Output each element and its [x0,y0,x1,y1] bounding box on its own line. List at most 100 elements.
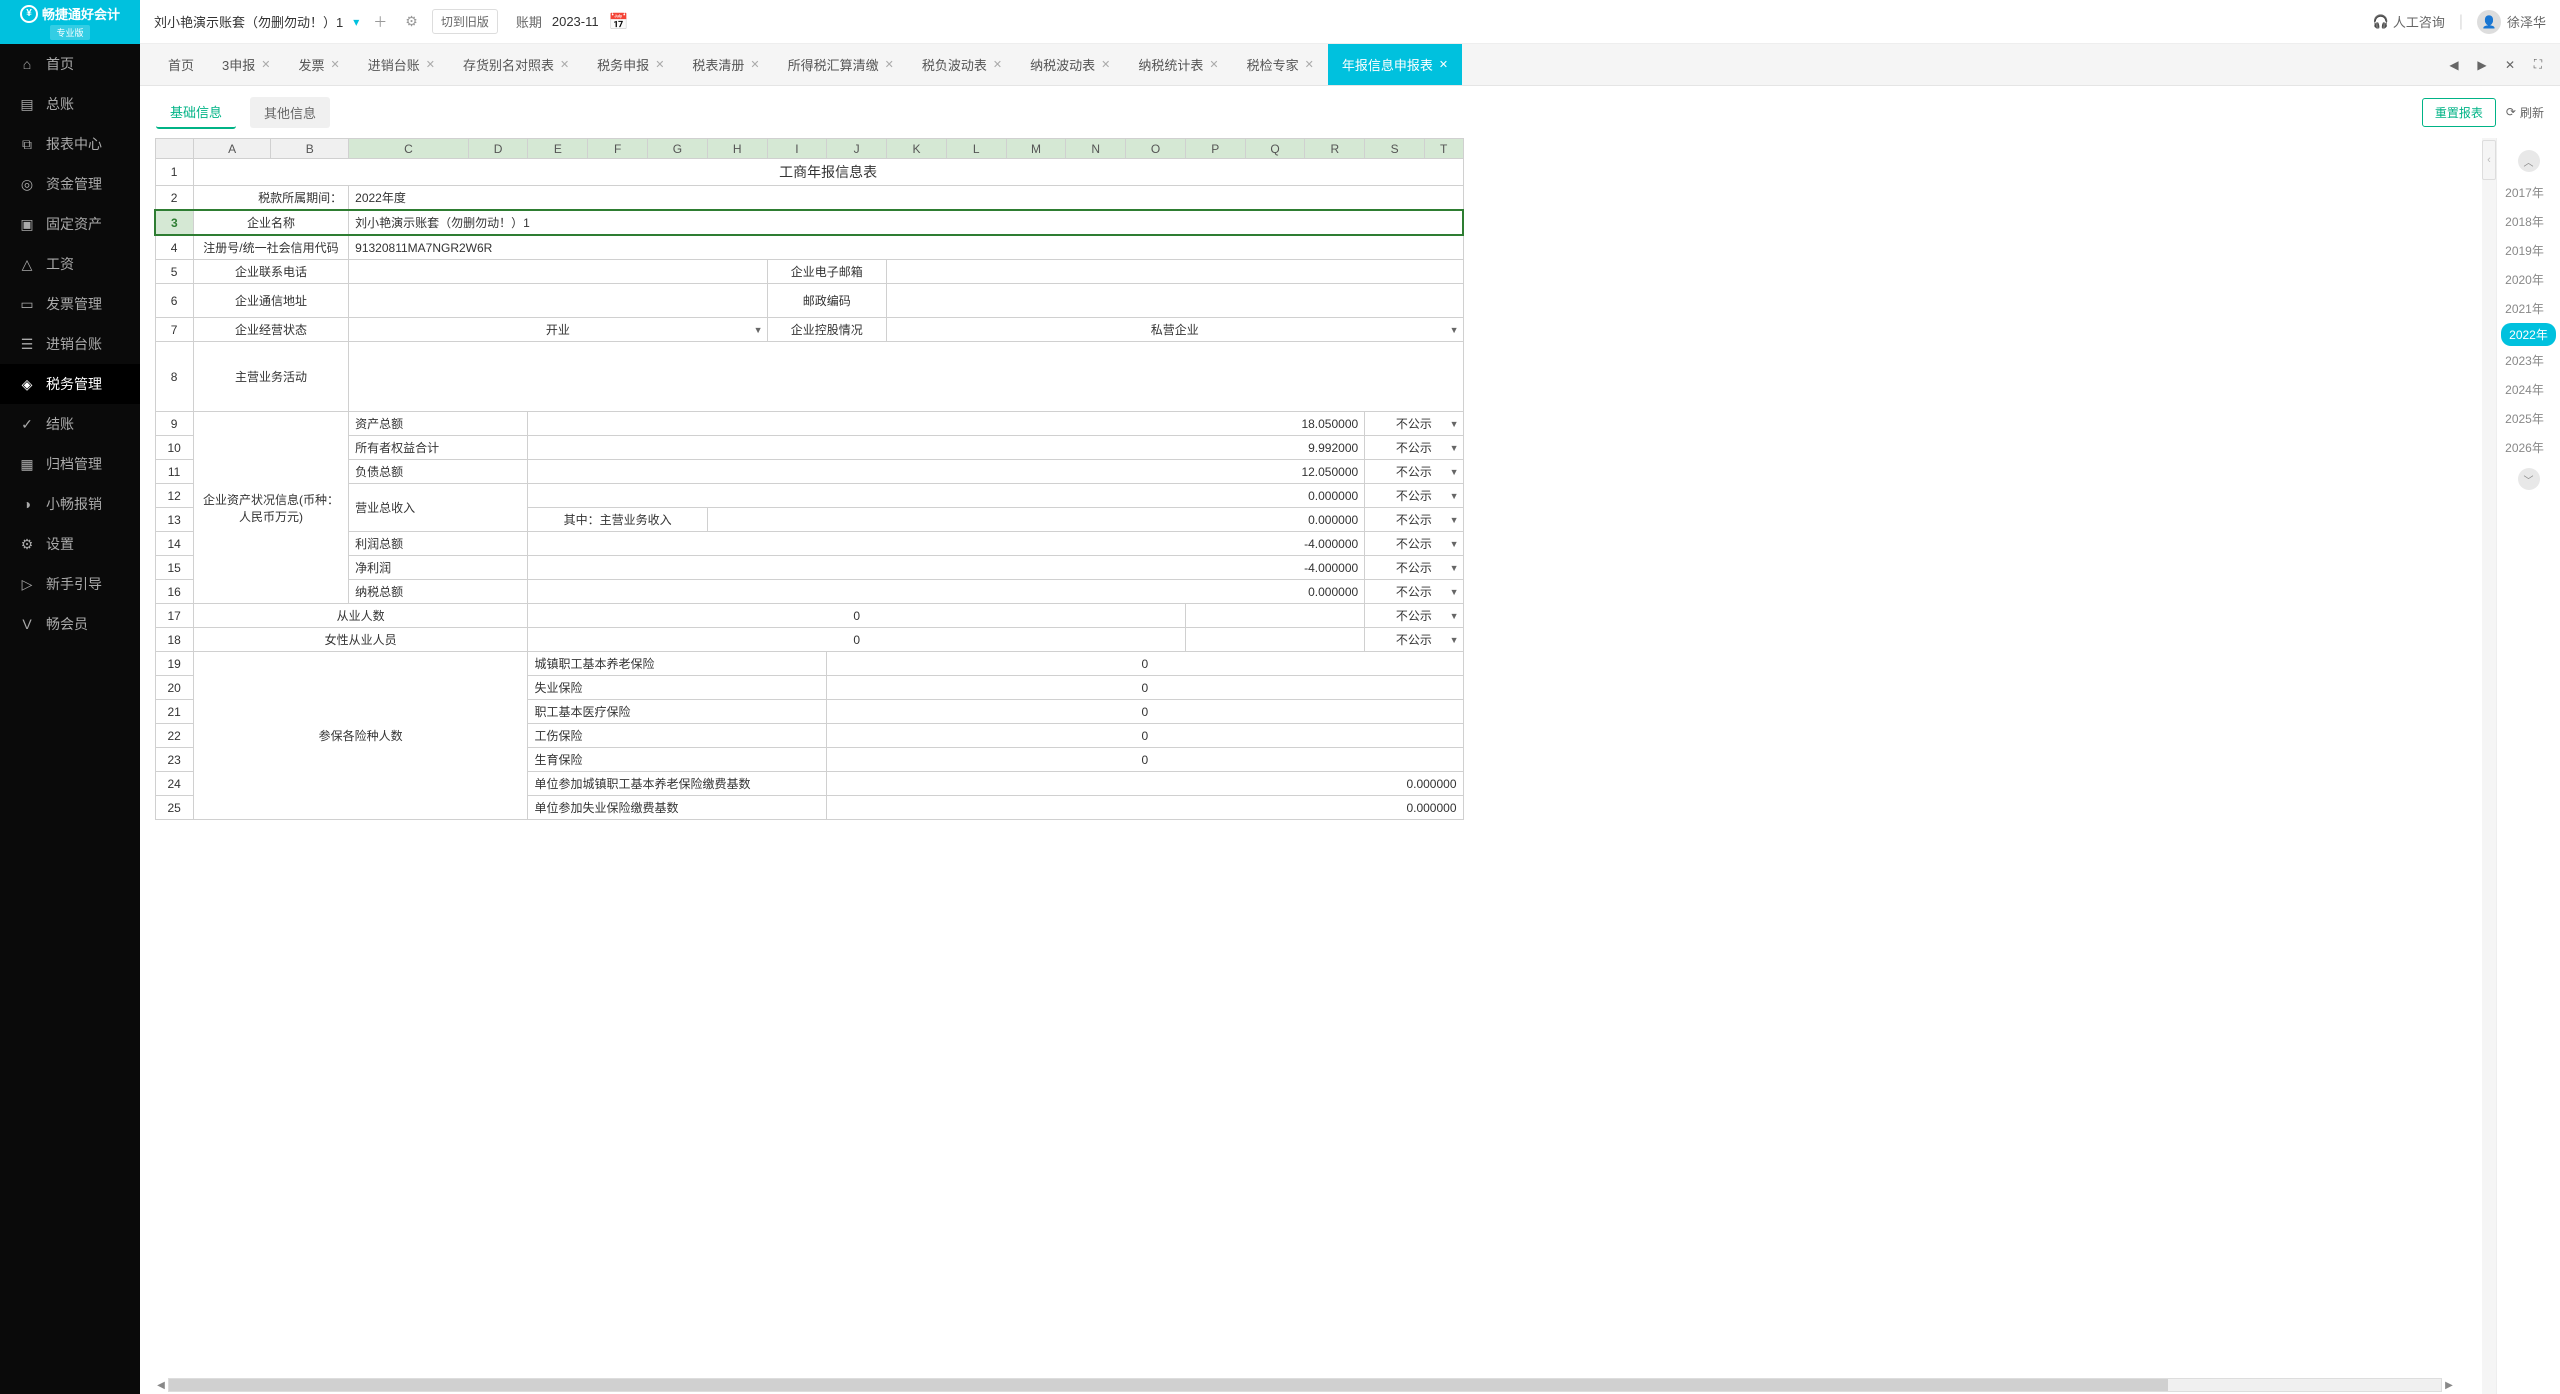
cell-value[interactable]: 0 [827,748,1463,772]
row-number[interactable]: 6 [155,284,193,318]
year-up-icon[interactable]: ︿ [2518,150,2540,172]
period-value[interactable]: 2023-11 [552,14,599,29]
tab-close-icon[interactable]: ✕ [885,58,894,71]
tab-close-icon[interactable]: ✕ [1209,58,1218,71]
col-header[interactable]: R [1305,139,1365,159]
nav-home[interactable]: ⌂首页 [0,44,140,84]
row-number[interactable]: 24 [155,772,193,796]
nav-fund[interactable]: ◎资金管理 [0,164,140,204]
tab[interactable]: 存货别名对照表✕ [449,44,583,85]
dropdown-cell[interactable]: 不公示▼ [1365,508,1463,532]
nav-archive[interactable]: ▦归档管理 [0,444,140,484]
cell-value[interactable]: 2022年度 [349,186,1463,211]
cell-value[interactable]: 0.000000 [528,484,1365,508]
dropdown-cell[interactable]: 不公示▼ [1365,460,1463,484]
support-link[interactable]: 🎧人工咨询 [2373,12,2445,31]
nav-settings[interactable]: ⚙设置 [0,524,140,564]
tab-close-icon[interactable]: ✕ [1305,58,1314,71]
cell-value[interactable]: 0 [827,652,1463,676]
tab-close-icon[interactable]: ✕ [655,58,664,71]
row-number[interactable]: 15 [155,556,193,580]
row-number[interactable]: 14 [155,532,193,556]
col-header[interactable]: Q [1245,139,1305,159]
cell-value[interactable]: -4.000000 [528,532,1365,556]
tab[interactable]: 纳税统计表✕ [1124,44,1232,85]
nav-vip[interactable]: V畅会员 [0,604,140,644]
switch-old-button[interactable]: 切到旧版 [432,9,498,34]
reset-button[interactable]: 重置报表 [2422,98,2496,127]
col-header[interactable]: N [1066,139,1126,159]
col-header[interactable]: D [468,139,528,159]
dropdown-cell[interactable]: 不公示▼ [1365,604,1463,628]
tab-close-icon[interactable]: ✕ [1101,58,1110,71]
col-header[interactable]: E [528,139,588,159]
col-header[interactable]: F [588,139,648,159]
nav-expense[interactable]: ◑小畅报销 [0,484,140,524]
row-number[interactable]: 25 [155,796,193,820]
spreadsheet[interactable]: ABCDEFGHIJKLMNOPQRST1工商年报信息表2税款所属期间：2022… [154,138,2482,1376]
year-down-icon[interactable]: ﹀ [2518,468,2540,490]
year-panel-collapse-icon[interactable]: ‹ [2482,140,2496,180]
nav-asset[interactable]: ▣固定资产 [0,204,140,244]
hscroll-left-icon[interactable]: ◀ [154,1380,168,1391]
user-menu[interactable]: 👤 徐泽华 [2477,10,2546,34]
col-header[interactable]: M [1006,139,1066,159]
cell-value[interactable] [887,260,1463,284]
tab[interactable]: 纳税波动表✕ [1016,44,1124,85]
year-option[interactable]: 2026年 [2501,433,2556,462]
cell-value[interactable] [887,284,1463,318]
sub-tab-basic[interactable]: 基础信息 [156,96,236,129]
dropdown-cell[interactable]: 不公示▼ [1365,412,1463,436]
col-header[interactable] [155,139,193,159]
tab-close-icon[interactable]: ✕ [426,58,435,71]
cell-value[interactable]: 12.050000 [528,460,1365,484]
tabs-next-icon[interactable]: ▶ [2470,53,2494,77]
tab[interactable]: 首页 [154,44,208,85]
cell-value[interactable]: 0.000000 [707,508,1364,532]
tab[interactable]: 税表清册✕ [678,44,773,85]
col-header[interactable]: H [707,139,767,159]
sub-tab-other[interactable]: 其他信息 [250,97,330,128]
row-number[interactable]: 11 [155,460,193,484]
dropdown-cell[interactable]: 不公示▼ [1365,532,1463,556]
row-number[interactable]: 3 [155,210,193,235]
col-header[interactable]: S [1365,139,1425,159]
row-number[interactable]: 4 [155,235,193,260]
col-header[interactable]: B [271,139,349,159]
row-number[interactable]: 8 [155,342,193,412]
row-number[interactable]: 10 [155,436,193,460]
tab-close-icon[interactable]: ✕ [261,58,270,71]
year-option[interactable]: 2021年 [2501,294,2556,323]
hscroll-right-icon[interactable]: ▶ [2442,1380,2456,1391]
year-option[interactable]: 2018年 [2501,207,2556,236]
year-option[interactable]: 2025年 [2501,404,2556,433]
year-option[interactable]: 2024年 [2501,375,2556,404]
col-header[interactable]: I [767,139,827,159]
year-option[interactable]: 2023年 [2501,346,2556,375]
cell-value[interactable]: 0 [528,628,1185,652]
row-number[interactable]: 2 [155,186,193,211]
cell-value[interactable]: -4.000000 [528,556,1365,580]
col-header[interactable]: J [827,139,887,159]
tabs-prev-icon[interactable]: ◀ [2442,53,2466,77]
nav-ledger[interactable]: ▤总账 [0,84,140,124]
col-header[interactable]: O [1126,139,1186,159]
row-number[interactable]: 9 [155,412,193,436]
row-number[interactable]: 22 [155,724,193,748]
row-number[interactable]: 7 [155,318,193,342]
nav-guide[interactable]: ▷新手引导 [0,564,140,604]
cell-value[interactable]: 9.992000 [528,436,1365,460]
dropdown-cell[interactable]: 不公示▼ [1365,580,1463,604]
col-header[interactable]: K [887,139,947,159]
row-number[interactable]: 23 [155,748,193,772]
nav-inventory[interactable]: ☰进销台账 [0,324,140,364]
tab[interactable]: 进销台账✕ [354,44,449,85]
cell-value[interactable]: 0 [827,724,1463,748]
dropdown-cell[interactable]: 不公示▼ [1365,628,1463,652]
tab[interactable]: 税负波动表✕ [908,44,1016,85]
tab[interactable]: 年报信息申报表✕ [1328,44,1462,85]
cell-value[interactable] [349,284,767,318]
tab[interactable]: 发票✕ [284,44,353,85]
horizontal-scrollbar[interactable] [168,1378,2442,1392]
year-option[interactable]: 2020年 [2501,265,2556,294]
